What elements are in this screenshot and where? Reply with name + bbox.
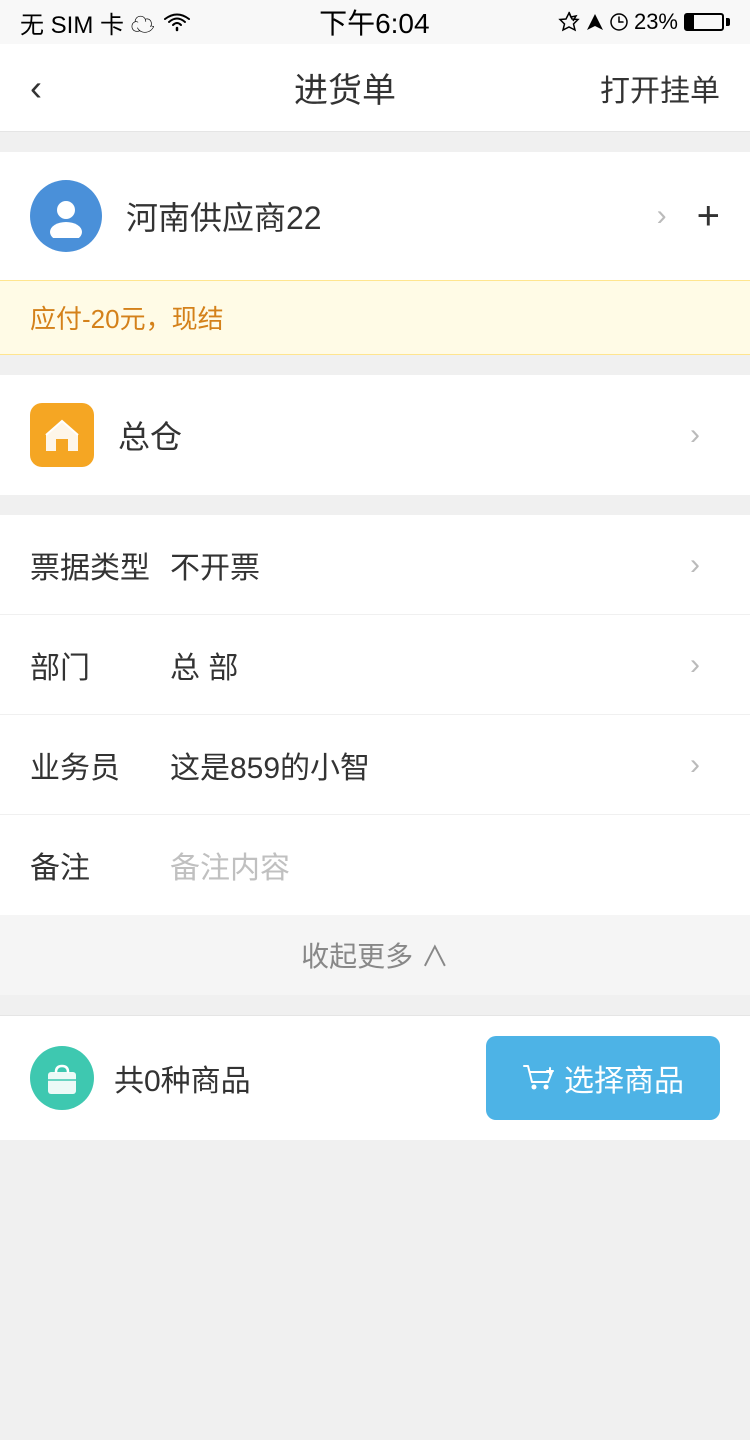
background-area: [0, 1140, 750, 1440]
supplier-card: 河南供应商22 › + 应付-20元，现结: [0, 152, 750, 355]
nav-bar: ‹ 进货单 打开挂单: [0, 44, 750, 132]
person-icon: [44, 194, 88, 238]
supplier-name: 河南供应商22: [126, 193, 657, 239]
house-icon: [42, 415, 82, 455]
remark-row[interactable]: 备注 备注内容: [0, 815, 750, 915]
battery-percent: 23%: [634, 9, 678, 35]
department-chevron-icon: ›: [690, 648, 700, 682]
salesman-row[interactable]: 业务员 这是859的小智 ›: [0, 715, 750, 815]
shopping-bag-icon: [42, 1058, 82, 1098]
salesman-chevron-icon: ›: [690, 748, 700, 782]
status-right: 23%: [558, 9, 730, 35]
bottom-bar: 共0种商品 选择商品: [0, 1015, 750, 1140]
section-gap-1: [0, 132, 750, 152]
wifi-icon: [163, 12, 191, 32]
section-gap-2: [0, 355, 750, 375]
location-icon: [558, 11, 580, 33]
invoice-value: 不开票: [170, 543, 690, 587]
section-gap-4: [0, 995, 750, 1015]
collapse-bar[interactable]: 收起更多 ∧: [0, 915, 750, 995]
department-row[interactable]: 部门 总 部 ›: [0, 615, 750, 715]
invoice-chevron-icon: ›: [690, 548, 700, 582]
back-button[interactable]: ‹: [30, 67, 90, 109]
department-label: 部门: [30, 643, 170, 687]
salesman-label: 业务员: [30, 743, 170, 787]
open-pending-button[interactable]: 打开挂单: [600, 66, 720, 110]
warehouse-chevron-icon: ›: [690, 418, 700, 452]
notice-bar: 应付-20元，现结: [0, 280, 750, 355]
status-left: 无 SIM 卡 ☁: [20, 5, 191, 40]
status-bar: 无 SIM 卡 ☁ 下午6:04 23%: [0, 0, 750, 44]
remark-label: 备注: [30, 843, 170, 887]
no-sim-text: 无 SIM 卡 ☁: [20, 5, 155, 40]
warehouse-icon-bg: [30, 403, 94, 467]
section-gap-3: [0, 495, 750, 515]
salesman-value: 这是859的小智: [170, 743, 690, 787]
invoice-row[interactable]: 票据类型 不开票 ›: [0, 515, 750, 615]
form-card: 票据类型 不开票 › 部门 总 部 › 业务员 这是859的小智 › 备注 备注…: [0, 515, 750, 915]
product-icon-bg: [30, 1046, 94, 1110]
supplier-row[interactable]: 河南供应商22 › +: [0, 152, 750, 280]
remark-input[interactable]: 备注内容: [170, 843, 720, 887]
supplier-chevron-icon: ›: [657, 199, 667, 233]
battery-icon: [684, 13, 730, 31]
select-product-label: 选择商品: [564, 1056, 684, 1100]
product-count: 共0种商品: [114, 1056, 466, 1100]
warehouse-row[interactable]: 总仓 ›: [0, 375, 750, 495]
add-button[interactable]: +: [697, 194, 720, 239]
clock-icon: [610, 13, 628, 31]
arrow-icon: [586, 13, 604, 31]
cart-icon: [522, 1064, 554, 1092]
warehouse-name: 总仓: [118, 412, 690, 458]
department-value: 总 部: [170, 643, 690, 687]
select-product-button[interactable]: 选择商品: [486, 1036, 720, 1120]
supplier-avatar: [30, 180, 102, 252]
warehouse-card: 总仓 ›: [0, 375, 750, 495]
page-title: 进货单: [294, 63, 396, 112]
invoice-label: 票据类型: [30, 543, 170, 587]
status-time: 下午6:04: [319, 2, 430, 42]
